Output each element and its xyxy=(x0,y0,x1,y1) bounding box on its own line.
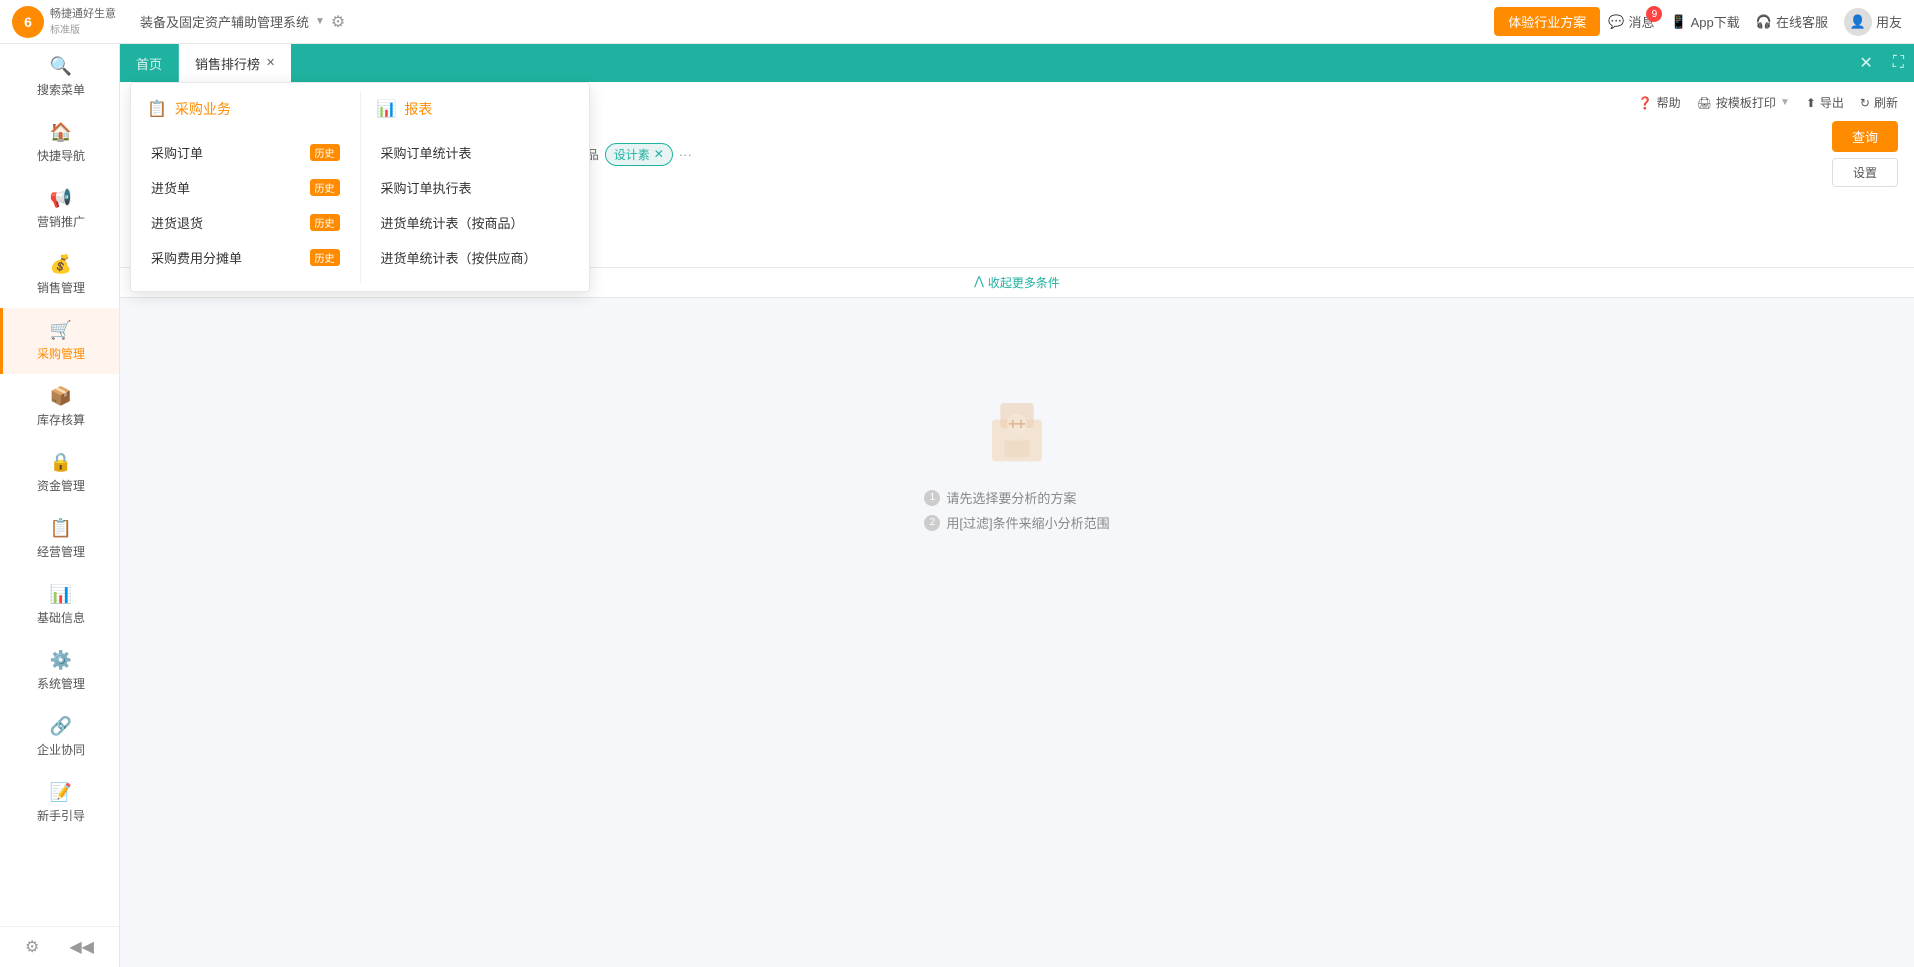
sidebar-item-purchase[interactable]: 🛒 采购管理 xyxy=(0,308,119,374)
guide-icon: 📝 xyxy=(50,782,72,803)
online-service-btn[interactable]: 🎧 在线客服 xyxy=(1756,12,1828,31)
operations-icon: 📋 xyxy=(50,518,72,539)
dropdown-item-delivery-by-goods[interactable]: 进货单统计表（按商品） xyxy=(377,205,574,240)
marketing-icon: 📢 xyxy=(50,188,72,209)
tip-num-1: 1 xyxy=(924,490,940,506)
filter-actions: 查询 设置 xyxy=(1832,121,1898,187)
query-button[interactable]: 查询 xyxy=(1832,121,1898,152)
tab-sales-ranking[interactable]: 销售排行榜 ✕ xyxy=(179,44,291,82)
print-icon: 🖨 xyxy=(1697,96,1712,110)
sidebar-item-sales[interactable]: 💰 销售管理 xyxy=(0,242,119,308)
goods-tag-remove[interactable]: ✕ xyxy=(654,147,664,161)
dropdown-item-cost[interactable]: 采购费用分摊单 历史 xyxy=(147,240,344,275)
sidebar: 🔍 搜索菜单 🏠 快捷导航 📢 营销推广 💰 销售管理 🛒 采购管理 📦 库存核… xyxy=(0,44,120,967)
business-col-icon: 📋 xyxy=(147,99,167,119)
tab-home[interactable]: 首页 xyxy=(120,44,179,82)
logo-icon: 6 xyxy=(12,6,44,38)
settings-bottom-icon[interactable]: ⚙ xyxy=(25,937,39,957)
collapse-sidebar-icon[interactable]: ◀◀ xyxy=(69,937,94,957)
home-icon: 🏠 xyxy=(50,122,72,143)
search-icon: 🔍 xyxy=(50,56,72,77)
print-dropdown-arrow: ▼ xyxy=(1780,97,1790,108)
refresh-btn[interactable]: ↻ 刷新 xyxy=(1860,94,1898,111)
goods-dots[interactable]: ··· xyxy=(679,147,692,162)
sidebar-item-guide[interactable]: 📝 新手引导 xyxy=(0,770,119,836)
collaboration-icon: 🔗 xyxy=(50,716,72,737)
dropdown-col-business: 📋 采购业务 采购订单 历史 进货单 历史 进货退货 历史 采购费用分摊单 历史 xyxy=(131,91,360,283)
sidebar-item-operations[interactable]: 📋 经营管理 xyxy=(0,506,119,572)
empty-illustration xyxy=(967,378,1067,478)
topbar-title: 装备及固定资产辅助管理系统 ▼ ⚙ xyxy=(140,12,1486,32)
title-dropdown-arrow[interactable]: ▼ xyxy=(315,16,325,27)
topbar-right: 💬 消息 9 📱 App下载 🎧 在线客服 👤 用友 xyxy=(1608,8,1902,36)
dropdown-col-title-reports: 📊 报表 xyxy=(377,99,574,125)
app-download-btn[interactable]: 📱 App下载 xyxy=(1670,12,1739,31)
headset-icon: 🎧 xyxy=(1756,14,1772,30)
tip-num-2: 2 xyxy=(924,515,940,531)
dropdown-col-reports: 📊 报表 采购订单统计表 采购订单执行表 进货单统计表（按商品） 进货单统计表（… xyxy=(360,91,590,283)
phone-icon: 📱 xyxy=(1670,14,1686,30)
message-icon: 💬 xyxy=(1608,14,1624,30)
sidebar-item-inventory[interactable]: 📦 库存核算 xyxy=(0,374,119,440)
sidebar-item-basic[interactable]: 📊 基础信息 xyxy=(0,572,119,638)
history-badge-1: 历史 xyxy=(310,179,340,196)
history-badge-3: 历史 xyxy=(310,249,340,266)
refresh-icon: ↻ xyxy=(1860,96,1870,110)
help-icon: ❓ xyxy=(1638,96,1653,110)
tabbar: 首页 销售排行榜 ✕ ✕ ⛶ xyxy=(120,44,1914,82)
purchase-dropdown-menu: 📋 采购业务 采购订单 历史 进货单 历史 进货退货 历史 采购费用分摊单 历史… xyxy=(130,82,590,292)
topbar: 6 畅捷通好生意 标准版 装备及固定资产辅助管理系统 ▼ ⚙ 体验行业方案 💬 … xyxy=(0,0,1914,44)
message-btn[interactable]: 💬 消息 9 xyxy=(1608,12,1654,31)
dropdown-item-purchase-order[interactable]: 采购订单 历史 xyxy=(147,135,344,170)
logo-area: 6 畅捷通好生意 标准版 xyxy=(12,6,132,38)
inventory-icon: 📦 xyxy=(50,386,72,407)
export-btn[interactable]: ⬆ 导出 xyxy=(1806,94,1844,111)
sales-icon: 💰 xyxy=(50,254,72,275)
purchase-icon: 🛒 xyxy=(50,320,72,341)
industry-btn[interactable]: 体验行业方案 xyxy=(1494,7,1600,36)
reports-col-icon: 📊 xyxy=(377,99,397,119)
history-badge-0: 历史 xyxy=(310,144,340,161)
collapse-up-icon: ⋀ xyxy=(974,274,984,291)
basic-icon: 📊 xyxy=(50,584,72,605)
sidebar-item-home[interactable]: 🏠 快捷导航 xyxy=(0,110,119,176)
empty-tips: 1 请先选择要分析的方案 2 用[过滤]条件来缩小分析范围 xyxy=(924,488,1109,538)
goods-tag: 设计素 ✕ xyxy=(605,143,673,166)
help-btn[interactable]: ❓ 帮助 xyxy=(1638,94,1681,111)
dropdown-item-order-stats[interactable]: 采购订单统计表 xyxy=(377,135,574,170)
user-menu[interactable]: 👤 用友 xyxy=(1844,8,1902,36)
message-badge: 9 xyxy=(1646,6,1662,22)
dropdown-col-title-business: 📋 采购业务 xyxy=(147,99,344,125)
setting-button[interactable]: 设置 xyxy=(1832,158,1898,187)
filter-goods-group: 商品 设计素 ✕ ··· xyxy=(575,143,692,166)
empty-state: 1 请先选择要分析的方案 2 用[过滤]条件来缩小分析范围 xyxy=(120,298,1914,618)
export-icon: ⬆ xyxy=(1806,96,1816,110)
tabbar-expand-btn[interactable]: ⛶ xyxy=(1883,54,1914,72)
logo-text: 畅捷通好生意 xyxy=(50,7,116,21)
topbar-settings-icon[interactable]: ⚙ xyxy=(331,12,345,32)
system-icon: ⚙️ xyxy=(50,650,72,671)
sidebar-item-collaboration[interactable]: 🔗 企业协同 xyxy=(0,704,119,770)
dropdown-item-delivery-by-supplier[interactable]: 进货单统计表（按供应商） xyxy=(377,240,574,275)
sidebar-item-search[interactable]: 🔍 搜索菜单 xyxy=(0,44,119,110)
tabbar-close-btn[interactable]: ✕ xyxy=(1849,53,1882,73)
history-badge-2: 历史 xyxy=(310,214,340,231)
print-btn[interactable]: 🖨 按模板打印 ▼ xyxy=(1697,94,1790,111)
sidebar-bottom: ⚙ ◀◀ xyxy=(0,926,119,967)
finance-icon: 🔒 xyxy=(50,452,72,473)
logo-sub: 标准版 xyxy=(50,21,116,36)
sidebar-item-finance[interactable]: 🔒 资金管理 xyxy=(0,440,119,506)
user-avatar: 👤 xyxy=(1844,8,1872,36)
dropdown-item-delivery[interactable]: 进货单 历史 xyxy=(147,170,344,205)
tab-close-icon[interactable]: ✕ xyxy=(266,58,275,69)
dropdown-item-return[interactable]: 进货退货 历史 xyxy=(147,205,344,240)
dropdown-item-order-execution[interactable]: 采购订单执行表 xyxy=(377,170,574,205)
sidebar-item-marketing[interactable]: 📢 营销推广 xyxy=(0,176,119,242)
sidebar-item-system[interactable]: ⚙️ 系统管理 xyxy=(0,638,119,704)
